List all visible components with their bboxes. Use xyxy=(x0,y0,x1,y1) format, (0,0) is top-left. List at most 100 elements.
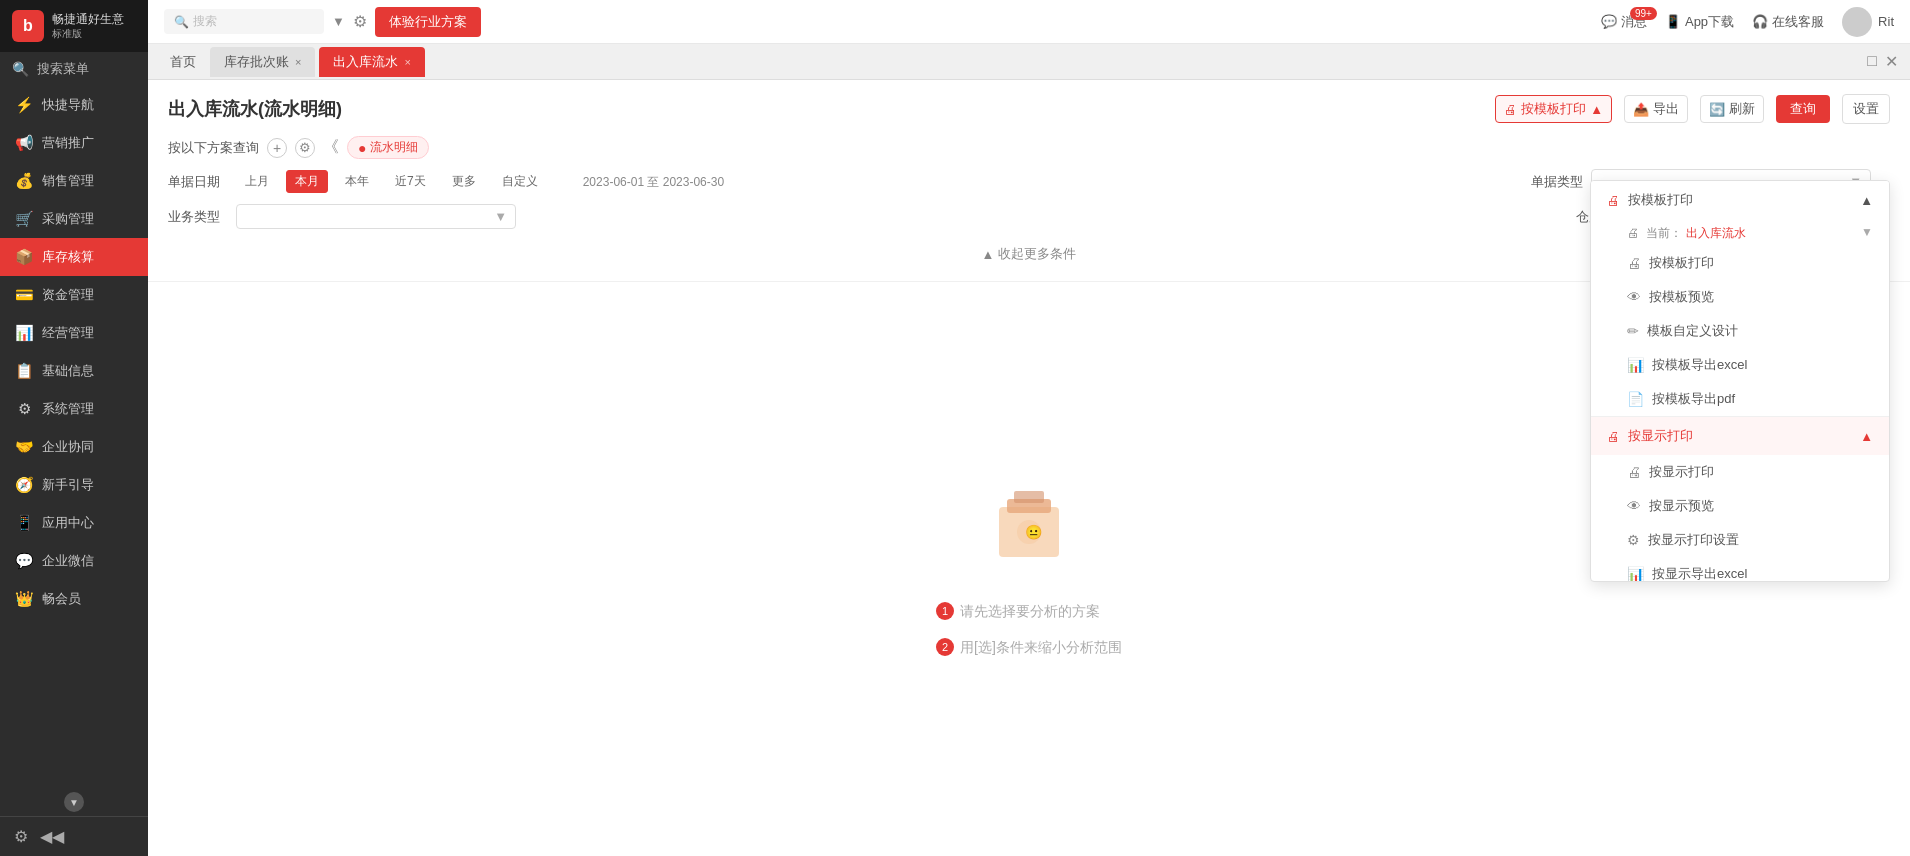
display-print-icon: 🖨 xyxy=(1627,464,1641,480)
tab-flow-water-close[interactable]: × xyxy=(404,56,410,68)
sidebar-item-wechat[interactable]: 💬 企业微信 xyxy=(0,542,148,580)
refresh-button[interactable]: 🔄 刷新 xyxy=(1700,95,1764,123)
display-preview-item[interactable]: 👁 按显示预览 xyxy=(1591,489,1889,523)
operations-icon: 📊 xyxy=(14,324,34,342)
collapse-button[interactable]: ▲ 收起更多条件 xyxy=(982,245,1077,263)
date-btn-custom[interactable]: 自定义 xyxy=(493,170,547,193)
tabs-right-actions: □ ✕ xyxy=(1867,52,1898,71)
display-settings-icon: ⚙ xyxy=(1627,532,1640,548)
template-export-excel-item[interactable]: 📊 按模板导出excel xyxy=(1591,348,1889,382)
date-btn-last-month[interactable]: 上月 xyxy=(236,170,278,193)
biz-type-arrow: ▼ xyxy=(494,209,507,224)
sidebar-item-apps[interactable]: 📱 应用中心 xyxy=(0,504,148,542)
sidebar-item-basic[interactable]: 📋 基础信息 xyxy=(0,352,148,390)
footer-collapse-icon[interactable]: ◀◀ xyxy=(40,827,64,846)
collapse-up-icon: ▲ xyxy=(982,247,995,262)
query-button[interactable]: 查询 xyxy=(1776,95,1830,123)
sidebar-item-quick-nav[interactable]: ⚡ 快捷导航 xyxy=(0,86,148,124)
sidebar-item-enterprise[interactable]: 🤝 企业协同 xyxy=(0,428,148,466)
current-expand-icon[interactable]: ▼ xyxy=(1861,225,1873,239)
close-window-icon[interactable]: ✕ xyxy=(1885,52,1898,71)
current-template-label: 🖨 当前： 出入库流水 ▼ xyxy=(1591,219,1889,246)
main-area: 🔍 搜索 ▼ ⚙ 体验行业方案 💬 消息 99+ 📱 App下载 🎧 在线客服 xyxy=(148,0,1910,856)
chevron-up-icon: ▲ xyxy=(1590,102,1603,117)
phone-icon: 📱 xyxy=(1665,14,1681,29)
template-export-pdf-item[interactable]: 📄 按模板导出pdf xyxy=(1591,382,1889,416)
date-btn-more[interactable]: 更多 xyxy=(443,170,485,193)
refresh-icon: 🔄 xyxy=(1709,102,1725,117)
svg-text:😐: 😐 xyxy=(1025,524,1043,541)
dropdown-panel: 🖨 按模板打印 ▲ 🖨 当前： 出入库流水 ▼ 🖨 按模板打印 👁 xyxy=(1590,180,1890,582)
sidebar-item-system[interactable]: ⚙ 系统管理 xyxy=(0,390,148,428)
topbar-right: 💬 消息 99+ 📱 App下载 🎧 在线客服 Rit xyxy=(1601,7,1894,37)
guide-icon: 🧭 xyxy=(14,476,34,494)
date-btn-this-month[interactable]: 本月 xyxy=(286,170,328,193)
finance-icon: 💳 xyxy=(14,286,34,304)
filter-add-button[interactable]: + xyxy=(267,138,287,158)
app-download-button[interactable]: 📱 App下载 xyxy=(1665,13,1734,31)
template-print-section-header[interactable]: 🖨 按模板打印 ▲ xyxy=(1591,181,1889,219)
template-preview-item[interactable]: 👁 按模板预览 xyxy=(1591,280,1889,314)
user-profile[interactable]: Rit xyxy=(1842,7,1894,37)
customer-service-button[interactable]: 🎧 在线客服 xyxy=(1752,13,1824,31)
printer-section-icon: 🖨 xyxy=(1607,193,1620,208)
page-actions: 🖨 按模板打印 ▲ 📤 导出 🔄 刷新 查询 设置 xyxy=(1495,94,1890,124)
message-icon: 💬 xyxy=(1601,14,1617,29)
tab-inventory-batch[interactable]: 库存批次账 × xyxy=(210,47,315,77)
sidebar-item-purchase[interactable]: 🛒 采购管理 xyxy=(0,200,148,238)
tab-home[interactable]: 首页 xyxy=(160,47,206,77)
date-range-display: 2023-06-01 至 2023-06-30 xyxy=(583,174,724,191)
excel-item-icon: 📊 xyxy=(1627,357,1644,373)
footer-settings-icon[interactable]: ⚙ xyxy=(14,827,28,846)
export-icon: 📤 xyxy=(1633,102,1649,117)
inventory-icon: 📦 xyxy=(14,248,34,266)
sidebar-item-guide[interactable]: 🧭 新手引导 xyxy=(0,466,148,504)
filter-setting-button[interactable]: ⚙ xyxy=(295,138,315,158)
maximize-icon[interactable]: □ xyxy=(1867,52,1877,71)
biz-type-select[interactable]: ▼ xyxy=(236,204,516,229)
purchase-icon: 🛒 xyxy=(14,210,34,228)
date-btn-this-year[interactable]: 本年 xyxy=(336,170,378,193)
sidebar-item-finance[interactable]: 💳 资金管理 xyxy=(0,276,148,314)
page-content: 出入库流水(流水明细) 🖨 按模板打印 ▲ 📤 导出 🔄 刷新 查询 设置 xyxy=(148,80,1910,856)
display-print-section-header[interactable]: 🖨 按显示打印 ▲ xyxy=(1591,417,1889,455)
topbar-search-box[interactable]: 🔍 搜索 xyxy=(164,9,324,34)
template-print-button[interactable]: 🖨 按模板打印 ▲ xyxy=(1495,95,1612,123)
topbar-dropdown-arrow[interactable]: ▼ xyxy=(332,14,345,29)
sidebar-item-sales[interactable]: 💰 销售管理 xyxy=(0,162,148,200)
sidebar-item-inventory[interactable]: 📦 库存核算 xyxy=(0,238,148,276)
sidebar-item-vip[interactable]: 👑 畅会员 xyxy=(0,580,148,618)
empty-text: 1 请先选择要分析的方案 2 用[选]条件来缩小分析范围 xyxy=(936,597,1122,661)
messages-button[interactable]: 💬 消息 99+ xyxy=(1601,13,1647,31)
sidebar-item-operations[interactable]: 📊 经营管理 xyxy=(0,314,148,352)
customize-item-icon: ✏ xyxy=(1627,323,1639,339)
sidebar-item-marketing[interactable]: 📢 营销推广 xyxy=(0,124,148,162)
tab-flow-water[interactable]: 出入库流水 × xyxy=(319,47,424,77)
industry-button[interactable]: 体验行业方案 xyxy=(375,7,481,37)
sidebar-logo: b 畅捷通好生意 标准版 xyxy=(0,0,148,52)
template-customize-item[interactable]: ✏ 模板自定义设计 xyxy=(1591,314,1889,348)
tab-inventory-batch-close[interactable]: × xyxy=(295,56,301,68)
sidebar: b 畅捷通好生意 标准版 🔍 搜索菜单 ⚡ 快捷导航 📢 营销推广 💰 销售管理… xyxy=(0,0,148,856)
date-btn-7days[interactable]: 近7天 xyxy=(386,170,435,193)
sidebar-search[interactable]: 🔍 搜索菜单 xyxy=(0,52,148,86)
sidebar-scroll-down[interactable]: ▼ xyxy=(64,792,84,812)
section-collapse-icon: ▲ xyxy=(1860,193,1873,208)
settings-button[interactable]: 设置 xyxy=(1842,94,1890,124)
app-logo-icon: b xyxy=(12,10,44,42)
user-avatar xyxy=(1842,7,1872,37)
display-section-collapse-icon: ▲ xyxy=(1860,429,1873,444)
basic-icon: 📋 xyxy=(14,362,34,380)
display-print-item[interactable]: 🖨 按显示打印 xyxy=(1591,455,1889,489)
topbar-gear-icon[interactable]: ⚙ xyxy=(353,12,367,31)
template-print-item[interactable]: 🖨 按模板打印 xyxy=(1591,246,1889,280)
empty-step1: 1 请先选择要分析的方案 xyxy=(936,597,1122,625)
display-print-settings-item[interactable]: ⚙ 按显示打印设置 xyxy=(1591,523,1889,557)
display-export-excel-item[interactable]: 📊 按显示导出excel xyxy=(1591,557,1889,581)
wechat-icon: 💬 xyxy=(14,552,34,570)
filter-collapse-button[interactable]: 《 xyxy=(323,137,339,158)
pdf-item-icon: 📄 xyxy=(1627,391,1644,407)
export-button[interactable]: 📤 导出 xyxy=(1624,95,1688,123)
display-excel-icon: 📊 xyxy=(1627,566,1644,581)
print-item-icon: 🖨 xyxy=(1627,255,1641,271)
